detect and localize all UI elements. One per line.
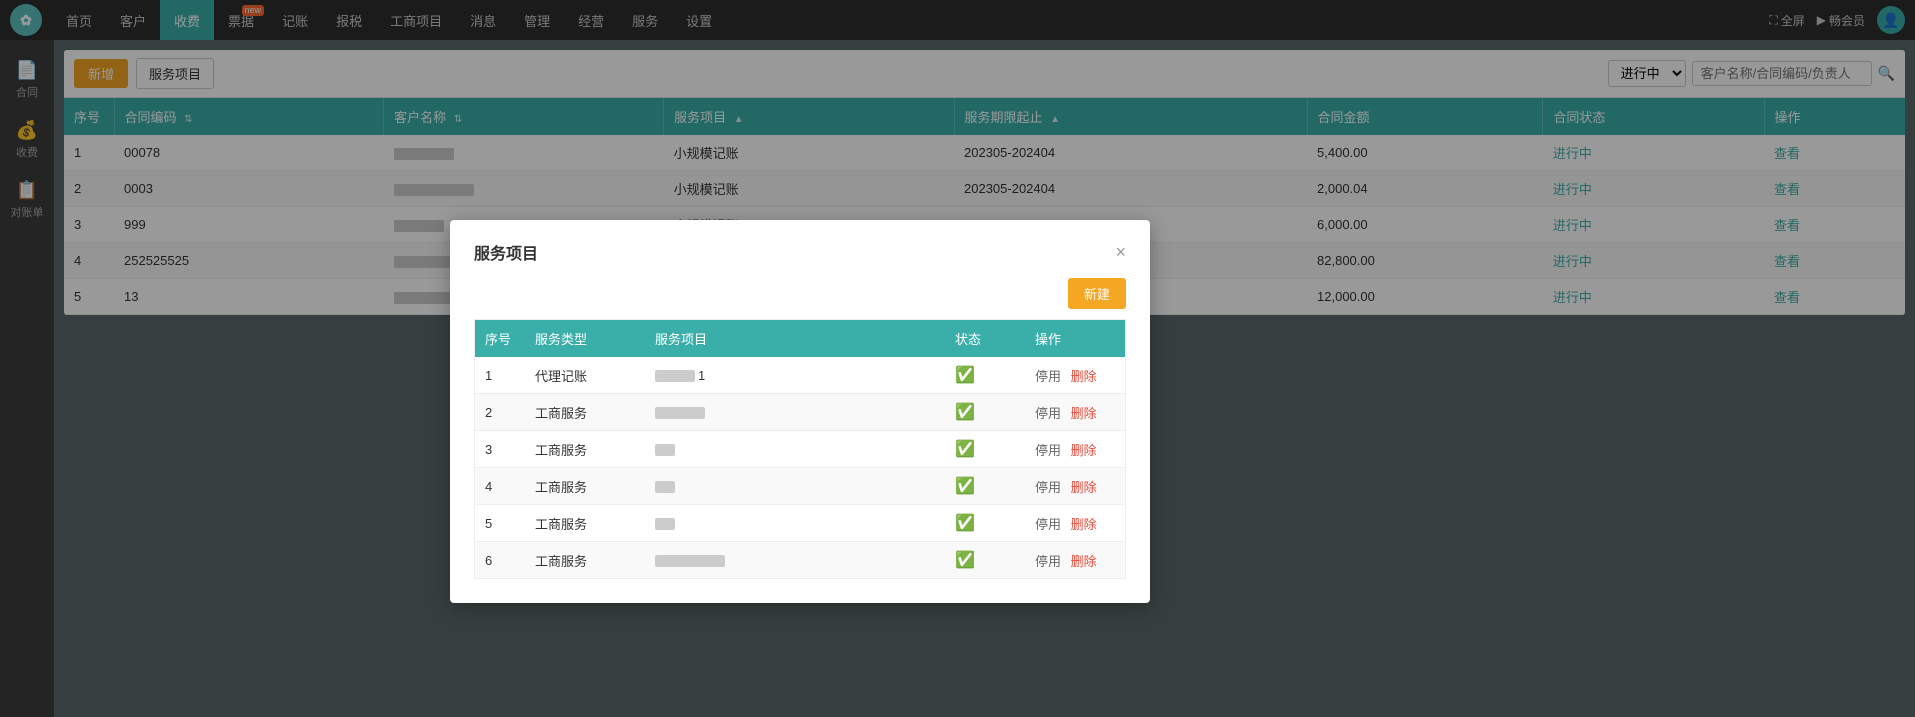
service-items-table: 序号 服务类型 服务项目 状态 操作 1 代理记账 1 ✅ 停用 删除 2 工商… [475,320,1125,579]
modal-cell-item [645,468,945,505]
modal-cell-status: ✅ [945,431,1025,468]
delete-btn[interactable]: 删除 [1071,480,1097,495]
modal-cell-item [645,431,945,468]
modal-cell-type: 工商服务 [525,431,645,468]
modal-cell-type: 代理记账 [525,357,645,394]
modal-close-btn[interactable]: × [1115,242,1126,263]
stop-btn[interactable]: 停用 [1035,443,1061,458]
modal-col-status: 状态 [945,320,1025,357]
modal-cell-item [645,542,945,579]
modal-cell-status: ✅ [945,468,1025,505]
modal-table-row: 3 工商服务 ✅ 停用 删除 [475,431,1125,468]
status-check-icon: ✅ [955,552,975,569]
modal-table-row: 2 工商服务 ✅ 停用 删除 [475,394,1125,431]
delete-btn[interactable]: 删除 [1071,517,1097,532]
modal-cell-seq: 3 [475,431,525,468]
modal-cell-status: ✅ [945,579,1025,580]
stop-btn[interactable]: 停用 [1035,554,1061,569]
modal-col-type: 服务类型 [525,320,645,357]
status-check-icon: ✅ [955,515,975,532]
modal-toolbar: 新建 [474,278,1126,309]
modal-cell-seq: 1 [475,357,525,394]
modal-col-item: 服务项目 [645,320,945,357]
modal-cell-actions[interactable]: 停用 删除 [1025,579,1125,580]
delete-btn[interactable]: 删除 [1071,554,1097,569]
modal-cell-seq: 2 [475,394,525,431]
modal-cell-actions[interactable]: 停用 删除 [1025,394,1125,431]
status-check-icon: ✅ [955,367,975,384]
stop-btn[interactable]: 停用 [1035,369,1061,384]
modal-cell-type: 工商服务 [525,579,645,580]
modal-col-seq: 序号 [475,320,525,357]
status-check-icon: ✅ [955,441,975,458]
service-modal: 服务项目 × 新建 序号 服务类型 服务项目 状态 操作 1 代理记账 1 ✅ … [450,220,1150,603]
status-check-icon: ✅ [955,404,975,421]
stop-btn[interactable]: 停用 [1035,480,1061,495]
modal-cell-actions[interactable]: 停用 删除 [1025,505,1125,542]
modal-cell-seq: 7 [475,579,525,580]
modal-new-btn[interactable]: 新建 [1068,278,1126,309]
modal-cell-seq: 6 [475,542,525,579]
modal-table-row: 7 工商服务 ✅ 停用 删除 [475,579,1125,580]
modal-table-row: 5 工商服务 ✅ 停用 删除 [475,505,1125,542]
modal-title: 服务项目 [474,240,538,264]
modal-cell-status: ✅ [945,505,1025,542]
modal-cell-item [645,579,945,580]
modal-cell-type: 工商服务 [525,394,645,431]
modal-cell-item: 1 [645,357,945,394]
modal-col-action: 操作 [1025,320,1125,357]
modal-cell-type: 工商服务 [525,542,645,579]
modal-cell-seq: 5 [475,505,525,542]
delete-btn[interactable]: 删除 [1071,406,1097,421]
delete-btn[interactable]: 删除 [1071,369,1097,384]
modal-table-row: 4 工商服务 ✅ 停用 删除 [475,468,1125,505]
modal-cell-status: ✅ [945,357,1025,394]
modal-cell-item [645,505,945,542]
delete-btn[interactable]: 删除 [1071,443,1097,458]
status-check-icon: ✅ [955,478,975,495]
modal-table-row: 1 代理记账 1 ✅ 停用 删除 [475,357,1125,394]
modal-table-container[interactable]: 序号 服务类型 服务项目 状态 操作 1 代理记账 1 ✅ 停用 删除 2 工商… [474,319,1126,579]
modal-cell-item [645,394,945,431]
stop-btn[interactable]: 停用 [1035,406,1061,421]
modal-cell-actions[interactable]: 停用 删除 [1025,431,1125,468]
modal-cell-actions[interactable]: 停用 删除 [1025,542,1125,579]
modal-cell-type: 工商服务 [525,468,645,505]
modal-table-row: 6 工商服务 ✅ 停用 删除 [475,542,1125,579]
modal-cell-status: ✅ [945,542,1025,579]
modal-cell-actions[interactable]: 停用 删除 [1025,357,1125,394]
modal-cell-seq: 4 [475,468,525,505]
modal-cell-actions[interactable]: 停用 删除 [1025,468,1125,505]
modal-header: 服务项目 × [474,240,1126,264]
modal-cell-type: 工商服务 [525,505,645,542]
modal-cell-status: ✅ [945,394,1025,431]
stop-btn[interactable]: 停用 [1035,517,1061,532]
